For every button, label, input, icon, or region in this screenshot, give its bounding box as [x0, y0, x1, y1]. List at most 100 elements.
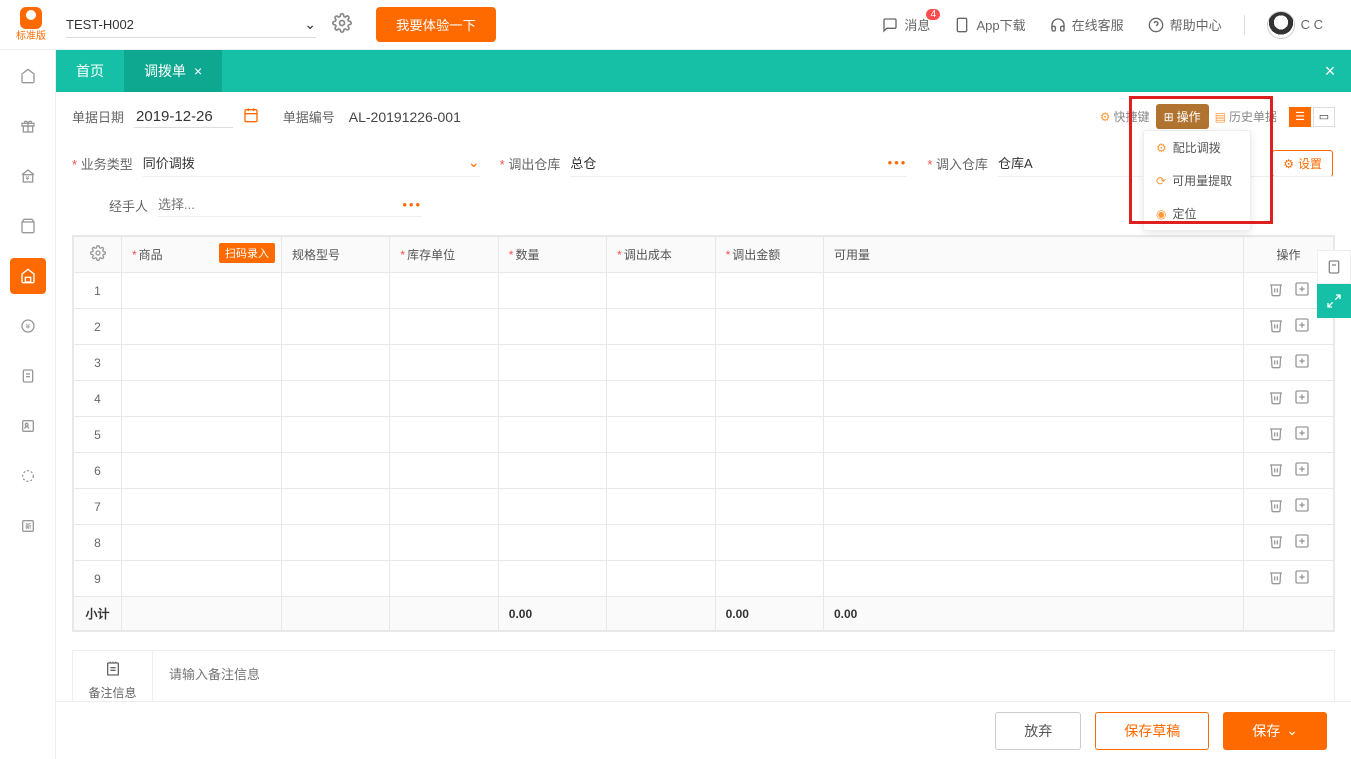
nav-bag-icon[interactable] [10, 208, 46, 244]
add-row-icon[interactable] [1294, 281, 1310, 300]
delete-row-icon[interactable] [1268, 533, 1284, 552]
footer-actions: 放弃 保存草稿 保存⌄ [56, 701, 1351, 759]
org-selector[interactable]: TEST-H002 ⌄ [66, 12, 316, 38]
date-label: 单据日期 [72, 107, 124, 126]
table-row[interactable]: 9 [74, 561, 1334, 597]
avatar [1267, 11, 1295, 39]
add-row-icon[interactable] [1294, 389, 1310, 408]
table-row[interactable]: 1 [74, 273, 1334, 309]
svg-text:新: 新 [25, 523, 31, 531]
save-draft-button[interactable]: 保存草稿 [1095, 712, 1209, 750]
table-row[interactable]: 5 [74, 417, 1334, 453]
tab-home[interactable]: 首页 [56, 50, 124, 92]
delete-row-icon[interactable] [1268, 317, 1284, 336]
doc-header: 单据日期 2019-12-26 单据编号 AL-20191226-001 ⚙快捷… [72, 104, 1335, 129]
row-number: 5 [74, 417, 122, 453]
row-number: 4 [74, 381, 122, 417]
calendar-icon[interactable] [243, 107, 259, 126]
table-row[interactable]: 4 [74, 381, 1334, 417]
handler-input[interactable] [158, 197, 402, 212]
help-center-link[interactable]: 帮助中心 [1148, 15, 1222, 34]
scan-entry-button[interactable]: 扫码录入 [219, 243, 275, 263]
add-row-icon[interactable] [1294, 425, 1310, 444]
date-value[interactable]: 2019-12-26 [134, 106, 233, 128]
org-name: TEST-H002 [66, 17, 134, 32]
delete-row-icon[interactable] [1268, 569, 1284, 588]
top-header: 标准版 TEST-H002 ⌄ 我要体验一下 消息 4 App下载 在线客服 帮… [0, 0, 1351, 50]
operate-menu: ⚙配比调拨 ⟳可用量提取 ◉定位 [1143, 130, 1251, 231]
main-area: 首页 调拨单 × × 单据日期 2019-12-26 单据编号 AL-20191… [56, 50, 1351, 759]
nav-clipboard-icon[interactable] [10, 358, 46, 394]
in-warehouse-field[interactable]: * 调入仓库 仓库A [927, 149, 1335, 177]
float-note-icon[interactable] [1317, 250, 1351, 284]
online-service-link[interactable]: 在线客服 [1050, 15, 1124, 34]
delete-row-icon[interactable] [1268, 353, 1284, 372]
delete-row-icon[interactable] [1268, 497, 1284, 516]
more-icon[interactable]: ••• [888, 155, 908, 170]
add-row-icon[interactable] [1294, 461, 1310, 480]
svg-text:¥: ¥ [26, 176, 29, 182]
col-gear[interactable] [74, 237, 122, 273]
nav-finance-icon[interactable]: ¥ [10, 308, 46, 344]
delete-row-icon[interactable] [1268, 389, 1284, 408]
nav-purchase-icon[interactable]: ¥ [10, 158, 46, 194]
nav-gift-icon[interactable] [10, 108, 46, 144]
op-menu-available[interactable]: ⟳可用量提取 [1144, 164, 1250, 197]
nav-rail: ¥ ¥ 新 [0, 50, 56, 759]
biz-type-field[interactable]: * 业务类型 同价调拨⌄ [72, 149, 480, 177]
close-icon[interactable]: × [194, 63, 202, 79]
items-table: *商品扫码录入 规格型号 *库存单位 *数量 *调出成本 *调出金额 可用量 操… [72, 235, 1335, 632]
row-number: 6 [74, 453, 122, 489]
add-row-icon[interactable] [1294, 353, 1310, 372]
delete-row-icon[interactable] [1268, 281, 1284, 300]
add-row-icon[interactable] [1294, 497, 1310, 516]
table-row[interactable]: 7 [74, 489, 1334, 525]
col-unit: *库存单位 [390, 237, 498, 273]
logo-icon [20, 7, 42, 29]
table-row[interactable]: 2 [74, 309, 1334, 345]
divider [1244, 15, 1245, 35]
user-menu[interactable]: C C [1267, 11, 1323, 39]
phone-icon [954, 17, 970, 33]
messages-link[interactable]: 消息 4 [882, 15, 930, 34]
out-warehouse-field[interactable]: * 调出仓库 总仓••• [500, 149, 908, 177]
col-out-amount: *调出金额 [715, 237, 823, 273]
nav-new-icon[interactable]: 新 [10, 508, 46, 544]
trial-button[interactable]: 我要体验一下 [376, 7, 496, 42]
view-toggle: ☰ ▭ [1289, 107, 1335, 127]
tab-transfer-order[interactable]: 调拨单 × [124, 50, 222, 92]
save-button[interactable]: 保存⌄ [1223, 712, 1327, 750]
table-row[interactable]: 8 [74, 525, 1334, 561]
table-row[interactable]: 6 [74, 453, 1334, 489]
help-icon [1148, 17, 1164, 33]
col-qty: *数量 [498, 237, 606, 273]
message-icon [882, 17, 898, 33]
nav-contact-icon[interactable] [10, 408, 46, 444]
op-menu-ratio[interactable]: ⚙配比调拨 [1144, 131, 1250, 164]
view-list-icon[interactable]: ☰ [1289, 107, 1311, 127]
history-link[interactable]: ▤历史单据 [1215, 108, 1277, 125]
table-row[interactable]: 3 [74, 345, 1334, 381]
more-icon[interactable]: ••• [402, 197, 422, 212]
discard-button[interactable]: 放弃 [995, 712, 1081, 750]
shortcut-link[interactable]: ⚙快捷键 [1100, 108, 1150, 125]
op-menu-locate[interactable]: ◉定位 [1144, 197, 1250, 230]
nav-sync-icon[interactable] [10, 458, 46, 494]
add-row-icon[interactable] [1294, 569, 1310, 588]
operate-button[interactable]: ⊞操作 [1156, 104, 1209, 129]
add-row-icon[interactable] [1294, 533, 1310, 552]
doc-no-value: AL-20191226-001 [349, 109, 461, 125]
nav-warehouse-icon[interactable] [10, 258, 46, 294]
add-row-icon[interactable] [1294, 317, 1310, 336]
delete-row-icon[interactable] [1268, 425, 1284, 444]
nav-home-icon[interactable] [10, 58, 46, 94]
app-download-link[interactable]: App下载 [954, 15, 1025, 34]
logo-edition: 标准版 [16, 27, 46, 42]
close-all-tabs[interactable]: × [1309, 50, 1351, 92]
float-expand-icon[interactable] [1317, 284, 1351, 318]
view-grid-icon[interactable]: ▭ [1313, 107, 1335, 127]
handler-field[interactable]: 经手人 ••• [72, 193, 422, 217]
delete-row-icon[interactable] [1268, 461, 1284, 480]
notes-input[interactable] [169, 667, 1318, 682]
settings-icon[interactable] [332, 13, 352, 36]
